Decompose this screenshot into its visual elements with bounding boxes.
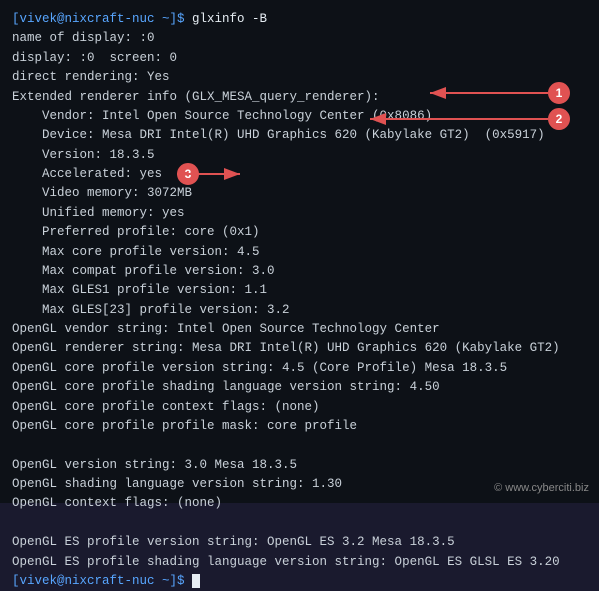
- terminal-line: Version: 18.3.5: [12, 146, 587, 165]
- terminal-line: OpenGL vendor string: Intel Open Source …: [12, 320, 587, 339]
- annotation-3: 3: [177, 163, 199, 185]
- terminal-line: Unified memory: yes: [12, 204, 587, 223]
- terminal-line: [vivek@nixcraft-nuc ~]$: [12, 572, 587, 591]
- terminal-line: name of display: :0: [12, 29, 587, 48]
- terminal-line: OpenGL core profile profile mask: core p…: [12, 417, 587, 436]
- terminal-line: Vendor: Intel Open Source Technology Cen…: [12, 107, 587, 126]
- terminal-line: Max core profile version: 4.5: [12, 243, 587, 262]
- terminal-line: direct rendering: Yes: [12, 68, 587, 87]
- terminal-line: Device: Mesa DRI Intel(R) UHD Graphics 6…: [12, 126, 587, 145]
- terminal-line: Max GLES[23] profile version: 3.2: [12, 301, 587, 320]
- terminal-line: OpenGL context flags: (none): [12, 494, 587, 513]
- terminal-line: Extended renderer info (GLX_MESA_query_r…: [12, 88, 587, 107]
- watermark: © www.cyberciti.biz: [494, 480, 589, 497]
- terminal-line: OpenGL version string: 3.0 Mesa 18.3.5: [12, 456, 587, 475]
- annotation-1: 1: [548, 82, 570, 104]
- terminal-line: OpenGL core profile context flags: (none…: [12, 398, 587, 417]
- terminal-window: [vivek@nixcraft-nuc ~]$ glxinfo -Bname o…: [0, 0, 599, 503]
- empty-line: [12, 514, 587, 533]
- terminal-line: Accelerated: yes: [12, 165, 587, 184]
- terminal-output: [vivek@nixcraft-nuc ~]$ glxinfo -Bname o…: [12, 10, 587, 591]
- terminal-line: OpenGL core profile version string: 4.5 …: [12, 359, 587, 378]
- terminal-line: Max GLES1 profile version: 1.1: [12, 281, 587, 300]
- empty-line: [12, 436, 587, 455]
- terminal-line: OpenGL ES profile version string: OpenGL…: [12, 533, 587, 552]
- terminal-line: [vivek@nixcraft-nuc ~]$ glxinfo -B: [12, 10, 587, 29]
- terminal-line: OpenGL core profile shading language ver…: [12, 378, 587, 397]
- terminal-line: Preferred profile: core (0x1): [12, 223, 587, 242]
- terminal-line: OpenGL renderer string: Mesa DRI Intel(R…: [12, 339, 587, 358]
- terminal-line: OpenGL ES profile shading language versi…: [12, 553, 587, 572]
- terminal-line: display: :0 screen: 0: [12, 49, 587, 68]
- terminal-line: Max compat profile version: 3.0: [12, 262, 587, 281]
- annotation-2: 2: [548, 108, 570, 130]
- terminal-line: Video memory: 3072MB: [12, 184, 587, 203]
